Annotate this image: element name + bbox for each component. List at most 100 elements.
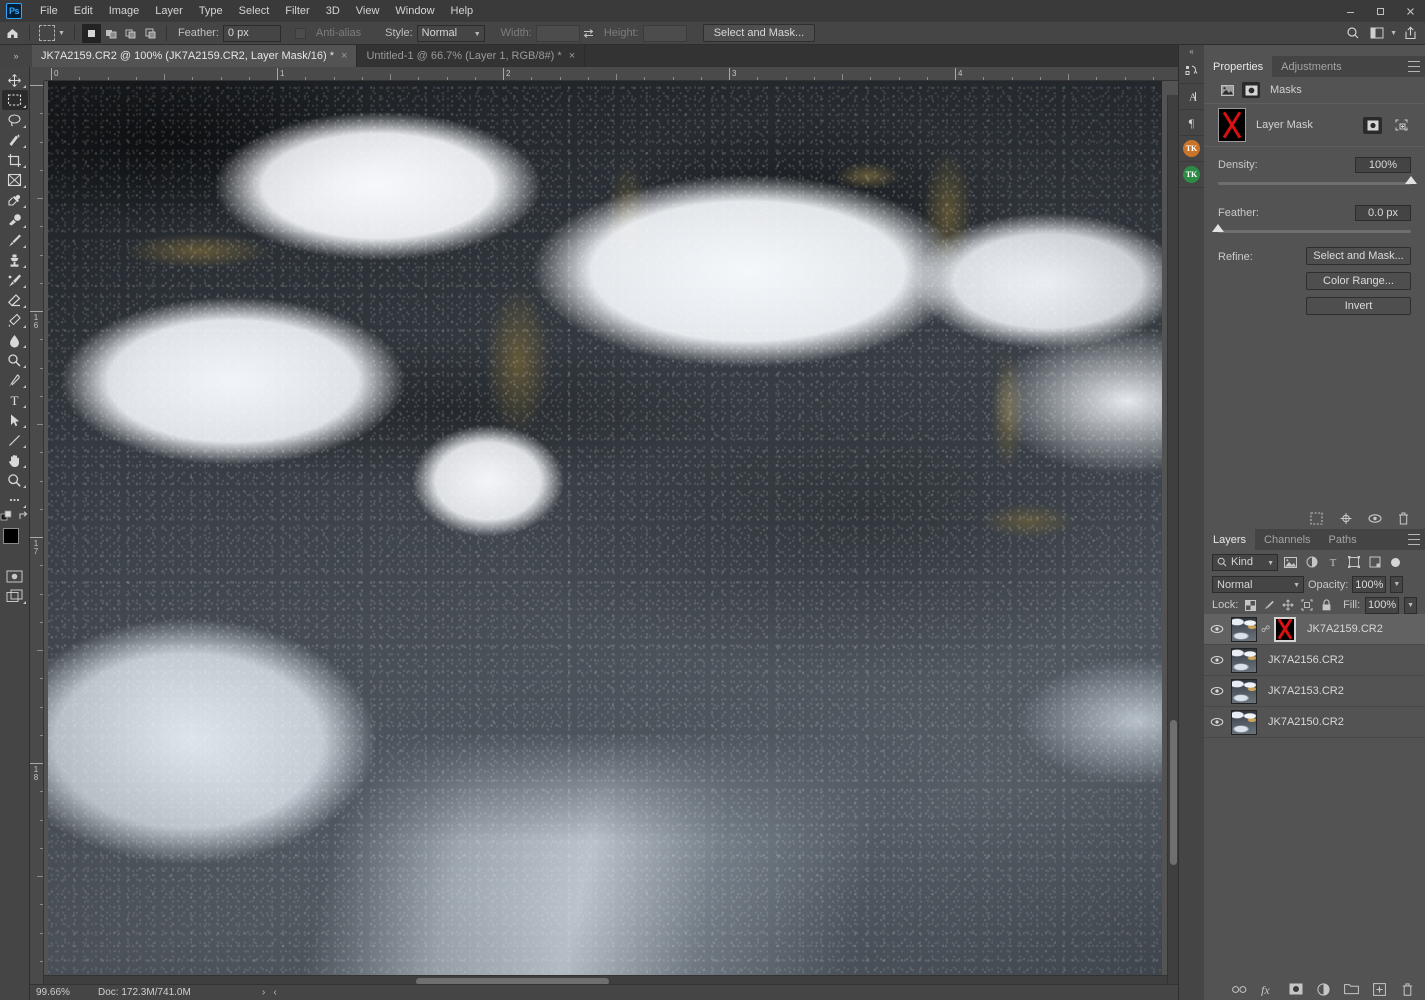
new-selection-button[interactable] [81, 23, 101, 43]
tab-properties[interactable]: Properties [1204, 56, 1273, 77]
menu-help[interactable]: Help [443, 2, 482, 20]
filter-shape-icon[interactable] [1345, 554, 1362, 571]
gradient-tool[interactable] [2, 310, 28, 330]
table-row[interactable]: JK7A2153.CR2 [1204, 676, 1425, 707]
clone-stamp-tool[interactable] [2, 250, 28, 270]
density-slider-knob[interactable] [1405, 176, 1417, 184]
screen-mode-icon[interactable] [2, 586, 28, 606]
lock-position-icon[interactable] [1281, 598, 1295, 612]
filter-adjustment-icon[interactable] [1303, 554, 1320, 571]
feather-slider-knob[interactable] [1212, 224, 1224, 232]
height-input[interactable] [642, 24, 687, 42]
crop-tool[interactable] [2, 150, 28, 170]
filter-kind-select[interactable]: Kind ▼ [1212, 553, 1278, 571]
menu-file[interactable]: File [32, 2, 66, 20]
home-icon[interactable] [0, 22, 24, 45]
lock-artboard-nesting-icon[interactable] [1300, 598, 1314, 612]
anti-alias-checkbox[interactable]: Anti-alias [294, 27, 365, 39]
select-and-mask-button[interactable]: Select and Mask... [1306, 247, 1411, 265]
zoom-level[interactable]: 99.66% [36, 987, 98, 998]
filter-smartobject-icon[interactable] [1366, 554, 1383, 571]
eyedropper-tool[interactable] [2, 190, 28, 210]
delete-mask-icon[interactable] [1396, 511, 1411, 526]
vertical-ruler[interactable]: 16 17 18 [30, 81, 44, 986]
status-expand-icon[interactable]: › [258, 987, 269, 998]
fill-value[interactable]: 100% [1365, 596, 1400, 614]
expand-tabs-icon[interactable]: » [0, 45, 32, 67]
layer-thumbnail[interactable] [1231, 709, 1257, 735]
tab-channels[interactable]: Channels [1255, 529, 1319, 550]
filter-type-icon[interactable]: T [1324, 554, 1341, 571]
close-icon[interactable]: × [569, 50, 575, 62]
layer-mask-thumbnail[interactable] [1274, 616, 1296, 642]
filter-enable-toggle[interactable] [1391, 557, 1400, 567]
topaz-orange-icon[interactable]: TK [1179, 136, 1204, 162]
feather-value[interactable]: 0.0 px [1355, 205, 1411, 221]
vector-mask-icon[interactable] [1242, 82, 1260, 98]
horizontal-ruler[interactable]: 0 1 2 3 4 [30, 67, 1178, 81]
share-icon[interactable] [1399, 23, 1421, 43]
layer-visibility-icon[interactable] [1208, 624, 1226, 634]
layer-name[interactable]: JK7A2159.CR2 [1307, 623, 1383, 635]
menu-window[interactable]: Window [387, 2, 442, 20]
blend-mode-select[interactable]: Normal ▼ [1212, 576, 1304, 593]
filter-pixel-icon[interactable] [1282, 554, 1299, 571]
hand-tool[interactable] [2, 450, 28, 470]
layer-visibility-icon[interactable] [1208, 655, 1226, 665]
quick-selection-tool[interactable] [2, 130, 28, 150]
document-canvas[interactable] [44, 81, 1178, 986]
workspace-switcher-icon[interactable] [1366, 23, 1388, 43]
tab-layers[interactable]: Layers [1204, 529, 1256, 550]
character-icon[interactable]: A [1179, 84, 1204, 110]
lock-image-pixels-icon[interactable] [1262, 598, 1276, 612]
menu-image[interactable]: Image [101, 2, 148, 20]
document-tab-untitled-1[interactable]: Untitled-1 @ 66.7% (Layer 1, RGB/8#) * × [357, 45, 586, 67]
eraser-tool[interactable] [2, 290, 28, 310]
lasso-tool[interactable] [2, 110, 28, 130]
search-icon[interactable] [1342, 23, 1364, 43]
opacity-stepper-icon[interactable]: ▼ [1390, 576, 1404, 593]
layer-link-icon[interactable]: ☍ [1261, 624, 1270, 635]
quick-mask-mode-icon[interactable] [2, 566, 28, 586]
close-icon[interactable]: × [341, 50, 347, 62]
maximize-button[interactable] [1365, 0, 1395, 22]
topaz-green-icon[interactable]: TK [1179, 162, 1204, 188]
move-tool[interactable] [2, 70, 28, 90]
layer-name[interactable]: JK7A2150.CR2 [1268, 716, 1344, 728]
feather-slider-track[interactable] [1212, 224, 1411, 233]
edit-toolbar-icon[interactable] [2, 490, 28, 510]
layer-visibility-icon[interactable] [1208, 686, 1226, 696]
pen-tool[interactable] [2, 370, 28, 390]
expand-panels-icon[interactable]: « [1179, 45, 1205, 58]
table-row[interactable]: ☍ JK7A2159.CR2 [1204, 614, 1425, 645]
brush-tool[interactable] [2, 230, 28, 250]
table-row[interactable]: JK7A2156.CR2 [1204, 645, 1425, 676]
swap-colors-icon[interactable] [18, 510, 30, 524]
panel-menu-icon[interactable] [1408, 534, 1420, 545]
pixel-mask-icon[interactable] [1218, 82, 1236, 98]
history-icon[interactable] [1179, 58, 1204, 84]
layer-name[interactable]: JK7A2156.CR2 [1268, 654, 1344, 666]
frame-tool[interactable] [2, 170, 28, 190]
menu-view[interactable]: View [348, 2, 388, 20]
link-layers-icon[interactable] [1232, 982, 1247, 997]
toggle-mask-visibility-icon[interactable] [1367, 511, 1382, 526]
layer-name[interactable]: JK7A2153.CR2 [1268, 685, 1344, 697]
layer-thumbnail[interactable] [1231, 678, 1257, 704]
scrollbar-thumb[interactable] [1170, 720, 1177, 865]
add-layer-mask-icon[interactable] [1288, 982, 1303, 997]
subtract-from-selection-button[interactable] [122, 24, 141, 43]
style-select[interactable]: Normal ▼ [416, 24, 485, 42]
blur-tool[interactable] [2, 330, 28, 350]
load-selection-from-mask-icon[interactable] [1309, 511, 1324, 526]
table-row[interactable]: JK7A2150.CR2 [1204, 707, 1425, 738]
chevron-down-icon[interactable]: ▼ [1390, 30, 1397, 37]
invert-button[interactable]: Invert [1306, 297, 1411, 315]
rectangular-marquee-tool[interactable] [1, 90, 28, 110]
select-and-mask-button[interactable]: Select and Mask... [702, 24, 816, 42]
tab-paths[interactable]: Paths [1320, 529, 1366, 550]
canvas-vertical-scrollbar[interactable] [1167, 95, 1178, 986]
path-selection-tool[interactable] [2, 410, 28, 430]
density-value[interactable]: 100% [1355, 157, 1411, 173]
color-swatches[interactable] [2, 528, 28, 556]
